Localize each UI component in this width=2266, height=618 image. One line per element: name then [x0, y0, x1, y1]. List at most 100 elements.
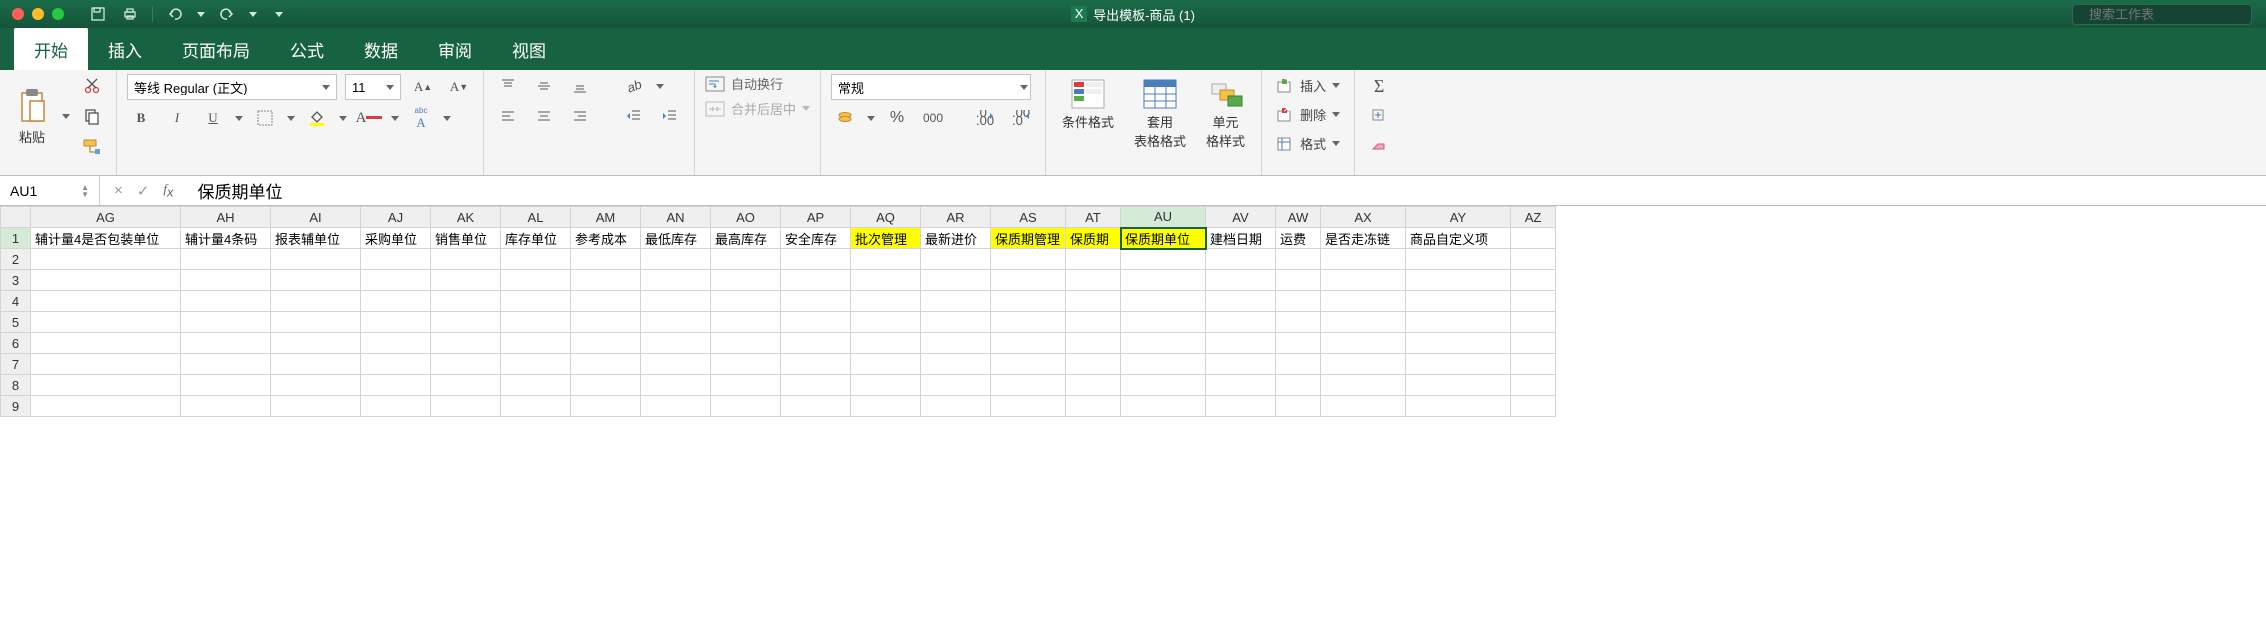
cell[interactable] — [711, 354, 781, 375]
row-header[interactable]: 4 — [1, 291, 31, 312]
cell[interactable] — [781, 396, 851, 417]
cell[interactable] — [181, 270, 271, 291]
name-box-input[interactable] — [10, 183, 70, 199]
cell[interactable] — [361, 291, 431, 312]
underline-button[interactable]: U — [199, 106, 227, 130]
col-header[interactable]: AR — [921, 207, 991, 228]
cell[interactable] — [31, 270, 181, 291]
cell[interactable] — [851, 375, 921, 396]
cell[interactable] — [711, 270, 781, 291]
cell[interactable] — [781, 270, 851, 291]
maximize-icon[interactable] — [52, 8, 64, 20]
enter-formula-button[interactable]: ✓ — [137, 182, 150, 200]
cell[interactable] — [571, 270, 641, 291]
cell[interactable] — [1406, 375, 1511, 396]
cell[interactable] — [1511, 312, 1556, 333]
fx-icon[interactable]: fx — [163, 181, 173, 200]
cell[interactable] — [991, 270, 1066, 291]
conditional-format-button[interactable]: 条件格式 — [1056, 74, 1120, 135]
cell[interactable] — [1066, 291, 1121, 312]
cell[interactable] — [1276, 270, 1321, 291]
cell[interactable] — [1321, 354, 1406, 375]
cell[interactable] — [1276, 354, 1321, 375]
cell[interactable] — [711, 375, 781, 396]
cell[interactable] — [1276, 333, 1321, 354]
cell[interactable] — [361, 270, 431, 291]
cell[interactable] — [711, 396, 781, 417]
col-header[interactable]: AO — [711, 207, 781, 228]
align-left-button[interactable] — [494, 104, 522, 128]
col-header[interactable]: AN — [641, 207, 711, 228]
cell[interactable] — [31, 249, 181, 270]
cell[interactable] — [571, 396, 641, 417]
cell[interactable] — [1511, 333, 1556, 354]
col-header[interactable]: AH — [181, 207, 271, 228]
cell[interactable] — [271, 291, 361, 312]
cell[interactable] — [921, 291, 991, 312]
cell[interactable] — [1066, 354, 1121, 375]
tab-page-layout[interactable]: 页面布局 — [162, 27, 270, 70]
cell[interactable] — [31, 375, 181, 396]
name-box[interactable]: ▲▼ — [0, 176, 100, 205]
cell[interactable] — [921, 375, 991, 396]
cell[interactable]: 采购单位 — [361, 228, 431, 249]
cell[interactable] — [181, 333, 271, 354]
col-header[interactable]: AG — [31, 207, 181, 228]
cell[interactable] — [431, 291, 501, 312]
cell[interactable] — [1121, 291, 1206, 312]
cell[interactable] — [571, 333, 641, 354]
percent-button[interactable]: % — [883, 106, 911, 130]
cell[interactable] — [1206, 312, 1276, 333]
cell[interactable]: 建档日期 — [1206, 228, 1276, 249]
cell[interactable] — [991, 333, 1066, 354]
cell[interactable] — [1206, 291, 1276, 312]
cell-styles-button[interactable]: 单元 格样式 — [1200, 74, 1251, 154]
cell[interactable] — [1276, 249, 1321, 270]
borders-button[interactable] — [251, 106, 279, 130]
cell[interactable]: 保质期 — [1066, 228, 1121, 249]
cell[interactable] — [1321, 375, 1406, 396]
bold-button[interactable]: B — [127, 106, 155, 130]
cell[interactable] — [1511, 291, 1556, 312]
cell[interactable]: 报表辅单位 — [271, 228, 361, 249]
cell[interactable] — [431, 396, 501, 417]
tab-view[interactable]: 视图 — [492, 27, 566, 70]
cell[interactable]: 参考成本 — [571, 228, 641, 249]
cell[interactable] — [851, 249, 921, 270]
col-header[interactable]: AL — [501, 207, 571, 228]
col-header[interactable]: AU — [1121, 207, 1206, 228]
fill-color-button[interactable] — [303, 106, 331, 130]
col-header[interactable]: AS — [991, 207, 1066, 228]
increase-decimal-button[interactable]: .0.00 — [971, 106, 999, 130]
tab-review[interactable]: 审阅 — [418, 27, 492, 70]
save-icon[interactable] — [88, 5, 108, 23]
cell[interactable] — [1121, 375, 1206, 396]
tab-data[interactable]: 数据 — [344, 27, 418, 70]
accounting-format-button[interactable] — [831, 106, 859, 130]
row-header[interactable]: 9 — [1, 396, 31, 417]
format-painter-button[interactable] — [78, 134, 106, 158]
col-header[interactable]: AZ — [1511, 207, 1556, 228]
font-color-button[interactable]: A — [355, 106, 383, 130]
cell[interactable] — [1066, 270, 1121, 291]
cell[interactable] — [851, 333, 921, 354]
cell[interactable] — [431, 270, 501, 291]
cell[interactable]: 最新进价 — [921, 228, 991, 249]
cell[interactable] — [571, 291, 641, 312]
col-header[interactable]: AW — [1276, 207, 1321, 228]
cell[interactable] — [851, 291, 921, 312]
align-middle-button[interactable] — [530, 74, 558, 98]
cell[interactable] — [271, 333, 361, 354]
cell[interactable] — [711, 312, 781, 333]
cell[interactable] — [1321, 249, 1406, 270]
number-format-input[interactable] — [838, 80, 1014, 95]
merge-center-button[interactable]: 合并后居中 — [705, 99, 810, 118]
italic-button[interactable]: I — [163, 106, 191, 130]
cell[interactable] — [711, 249, 781, 270]
cell[interactable] — [1511, 228, 1556, 249]
underline-dropdown[interactable] — [235, 116, 243, 121]
cell[interactable] — [431, 333, 501, 354]
cell[interactable] — [1321, 312, 1406, 333]
font-name-input[interactable] — [134, 80, 316, 95]
cell[interactable] — [1121, 249, 1206, 270]
